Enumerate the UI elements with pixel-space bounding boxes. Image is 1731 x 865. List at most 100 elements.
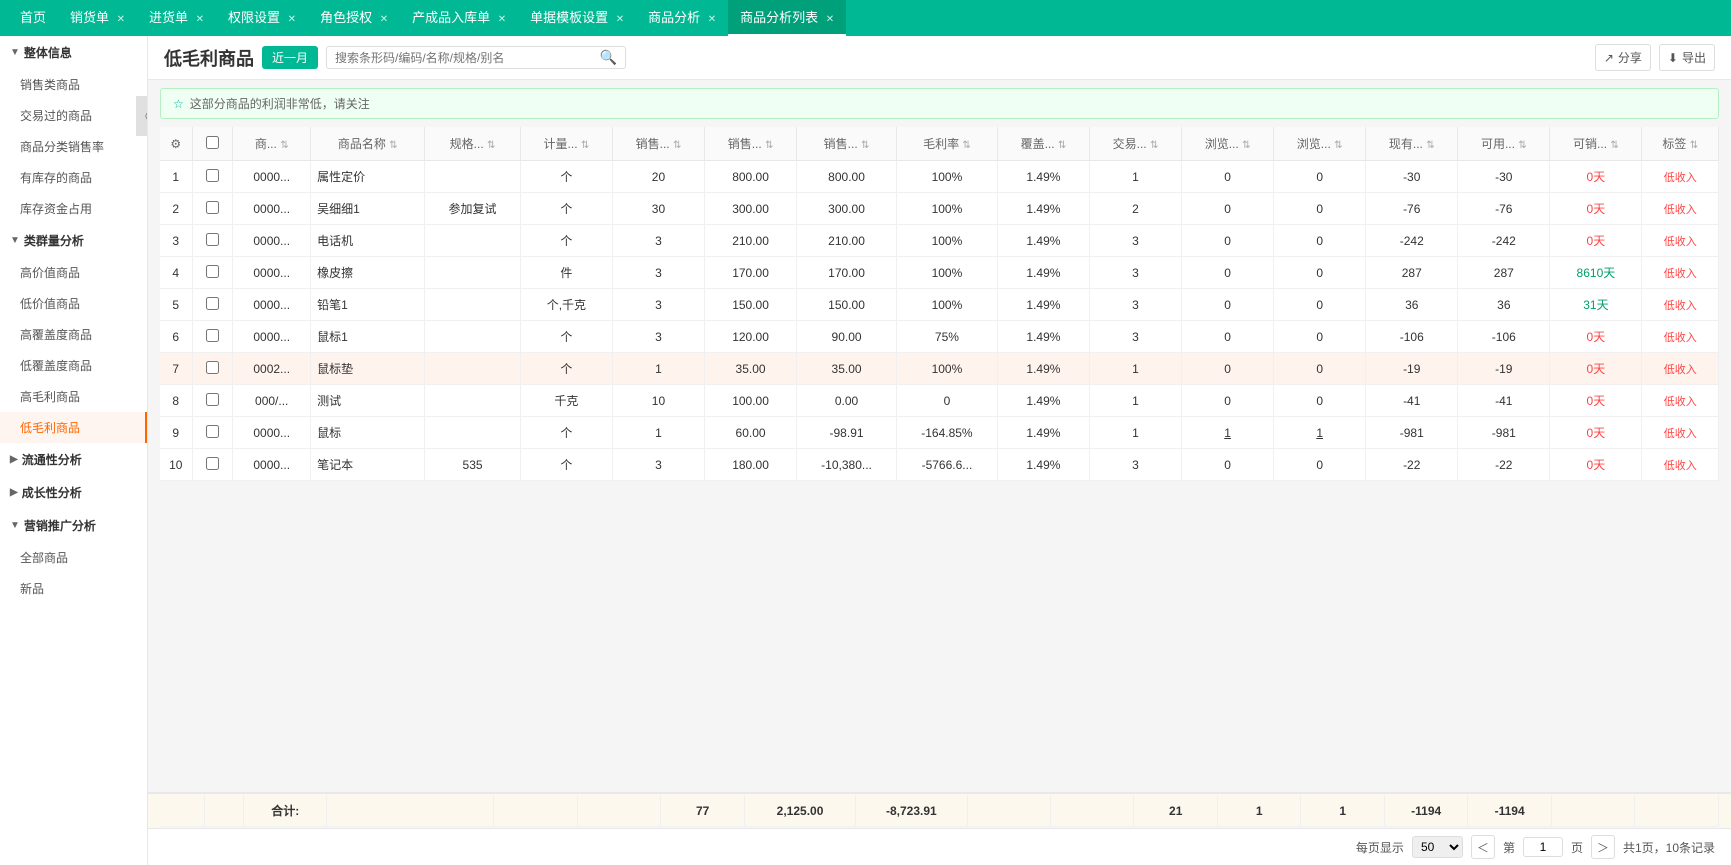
row-checkbox[interactable] [206, 329, 219, 342]
nav-close-role[interactable]: ✕ [380, 14, 388, 25]
th-code[interactable]: 商... ⇅ [233, 127, 311, 161]
sidebar-item-new-goods[interactable]: 新品 [0, 573, 147, 604]
th-current-stock[interactable]: 现有... ⇅ [1366, 127, 1458, 161]
sidebar-group-growth-label: 成长性分析 [22, 484, 82, 501]
share-button[interactable]: ↗ 分享 [1595, 44, 1651, 71]
next-page-btn[interactable]: ＞ [1591, 835, 1615, 859]
nav-close-template[interactable]: ✕ [616, 14, 624, 25]
sidebar-item-low-value[interactable]: 低价值商品 [0, 288, 147, 319]
th-trade[interactable]: 交易... ⇅ [1089, 127, 1181, 161]
sidebar-item-sales-goods[interactable]: 销售类商品 [0, 69, 147, 100]
th-checkbox[interactable] [192, 127, 233, 161]
nav-role-auth[interactable]: 角色授权 ✕ [308, 0, 400, 36]
th-view2[interactable]: 浏览... ⇅ [1274, 127, 1366, 161]
td-tag: 低收入 [1642, 193, 1719, 225]
nav-product-entry[interactable]: 产成品入库单 ✕ [400, 0, 518, 36]
td-check[interactable] [192, 161, 233, 193]
th-name[interactable]: 商品名称 ⇅ [311, 127, 425, 161]
td-available: -22 [1458, 449, 1550, 481]
view1-link[interactable]: 1 [1224, 426, 1231, 440]
sidebar-item-high-margin[interactable]: 高毛利商品 [0, 381, 147, 412]
export-label: 导出 [1682, 49, 1706, 66]
sidebar-item-high-value[interactable]: 高价值商品 [0, 257, 147, 288]
th-sales-amount[interactable]: 销售... ⇅ [797, 127, 897, 161]
nav-close-list[interactable]: ✕ [826, 14, 834, 25]
sidebar-group-cluster[interactable]: ▼ 类群量分析 [0, 224, 147, 257]
td-check[interactable] [192, 289, 233, 321]
th-coverage[interactable]: 覆盖... ⇅ [997, 127, 1089, 161]
th-spec[interactable]: 规格... ⇅ [425, 127, 521, 161]
sidebar-item-low-margin[interactable]: 低毛利商品 [0, 412, 147, 443]
search-input[interactable] [335, 51, 600, 65]
th-unit[interactable]: 计量... ⇅ [520, 127, 612, 161]
row-checkbox[interactable] [206, 169, 219, 182]
total-view2: 1 [1301, 795, 1384, 827]
td-current-stock: -242 [1366, 225, 1458, 257]
search-icon[interactable]: 🔍 [600, 49, 617, 66]
th-available[interactable]: 可用... ⇅ [1458, 127, 1550, 161]
sidebar-group-growth[interactable]: ▶ 成长性分析 [0, 476, 147, 509]
nav-close-purchase[interactable]: ✕ [196, 14, 204, 25]
th-sellable[interactable]: 可销... ⇅ [1550, 127, 1642, 161]
td-check[interactable] [192, 257, 233, 289]
sidebar-item-high-coverage[interactable]: 高覆盖度商品 [0, 319, 147, 350]
export-button[interactable]: ⬇ 导出 [1659, 44, 1715, 71]
view2-link[interactable]: 1 [1316, 426, 1323, 440]
td-code: 0000... [233, 193, 311, 225]
td-check[interactable] [192, 321, 233, 353]
th-tag[interactable]: 标签 ⇅ [1642, 127, 1719, 161]
sidebar-item-stock-capital[interactable]: 库存资金占用 [0, 193, 147, 224]
nav-purchase[interactable]: 进货单 ✕ [137, 0, 216, 36]
page-header: 低毛利商品 近一月 🔍 ↗ 分享 ⬇ 导出 [148, 36, 1731, 80]
th-gross-rate[interactable]: 毛利率 ⇅ [896, 127, 997, 161]
nav-sales-order[interactable]: 销货单 ✕ [58, 0, 137, 36]
nav-permission[interactable]: 权限设置 ✕ [216, 0, 308, 36]
select-all-checkbox[interactable] [206, 136, 219, 149]
sidebar-item-category-rate[interactable]: 商品分类销售率 [0, 131, 147, 162]
row-checkbox[interactable] [206, 457, 219, 470]
row-checkbox[interactable] [206, 233, 219, 246]
row-checkbox[interactable] [206, 425, 219, 438]
per-page-select[interactable]: 50 20 100 [1412, 836, 1463, 858]
sidebar-group-overall[interactable]: ▼ 整体信息 [0, 36, 147, 69]
td-tag: 低收入 [1642, 225, 1719, 257]
sidebar-collapse-btn[interactable]: 《 [136, 96, 148, 136]
sidebar-group-flow[interactable]: ▶ 流通性分析 [0, 443, 147, 476]
nav-template[interactable]: 单据模板设置 ✕ [518, 0, 636, 36]
td-code: 0000... [233, 321, 311, 353]
sidebar-item-stocked-goods[interactable]: 有库存的商品 [0, 162, 147, 193]
th-sales-qty[interactable]: 销售... ⇅ [612, 127, 704, 161]
nav-close-permission[interactable]: ✕ [288, 14, 296, 25]
date-filter-button[interactable]: 近一月 [262, 46, 318, 69]
nav-goods-analysis[interactable]: 商品分析 ✕ [636, 0, 728, 36]
sidebar-item-all-goods[interactable]: 全部商品 [0, 542, 147, 573]
search-box[interactable]: 🔍 [326, 46, 626, 69]
nav-close-goods[interactable]: ✕ [708, 14, 716, 25]
sidebar-item-traded-goods[interactable]: 交易过的商品 [0, 100, 147, 131]
page-number-input[interactable] [1523, 837, 1563, 857]
row-checkbox[interactable] [206, 265, 219, 278]
prev-page-btn[interactable]: ＜ [1471, 835, 1495, 859]
th-settings[interactable]: ⚙ [160, 127, 192, 161]
td-check[interactable] [192, 385, 233, 417]
td-check[interactable] [192, 193, 233, 225]
total-sales-qty: 77 [661, 795, 744, 827]
nav-home[interactable]: 首页 [8, 0, 58, 36]
row-checkbox[interactable] [206, 297, 219, 310]
sidebar-group-marketing[interactable]: ▼ 营销推广分析 [0, 509, 147, 542]
row-checkbox[interactable] [206, 361, 219, 374]
th-sales-price[interactable]: 销售... ⇅ [705, 127, 797, 161]
td-check[interactable] [192, 449, 233, 481]
row-checkbox[interactable] [206, 393, 219, 406]
header-actions: ↗ 分享 ⬇ 导出 [1595, 44, 1715, 71]
td-check[interactable] [192, 353, 233, 385]
nav-close-sales[interactable]: ✕ [117, 14, 125, 25]
nav-goods-analysis-list[interactable]: 商品分析列表 ✕ [728, 0, 846, 36]
td-check[interactable] [192, 225, 233, 257]
td-check[interactable] [192, 417, 233, 449]
nav-close-product[interactable]: ✕ [498, 14, 506, 25]
row-checkbox[interactable] [206, 201, 219, 214]
th-view1[interactable]: 浏览... ⇅ [1182, 127, 1274, 161]
main-layout: 《 ▼ 整体信息 销售类商品 交易过的商品 商品分类销售率 有库存的商品 库存资… [0, 36, 1731, 865]
sidebar-item-low-coverage[interactable]: 低覆盖度商品 [0, 350, 147, 381]
